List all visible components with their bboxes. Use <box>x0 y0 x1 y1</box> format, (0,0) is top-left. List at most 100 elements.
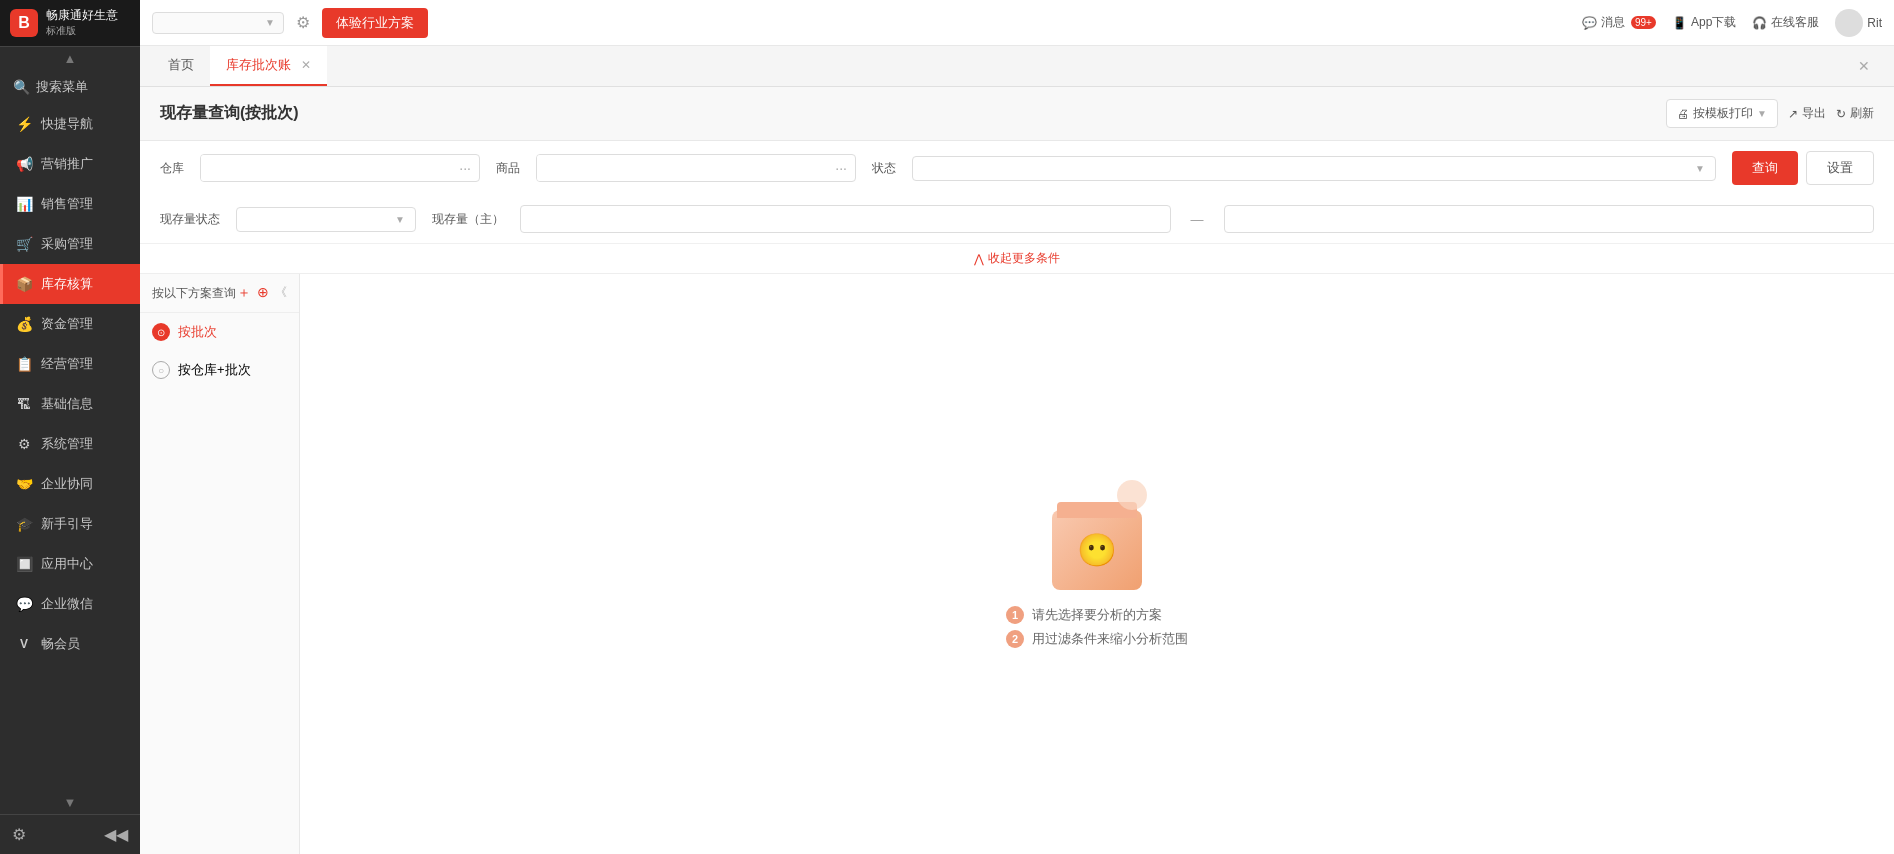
filter-collapse-btn[interactable]: ⋀ 收起更多条件 <box>140 243 1894 273</box>
sidebar-item-label: 快捷导航 <box>41 115 93 133</box>
status-select[interactable]: ▼ <box>912 156 1716 181</box>
app-name: 畅康通好生意 <box>46 8 118 24</box>
business-icon: 📋 <box>15 355 33 373</box>
warehouse-more-icon[interactable]: ··· <box>451 160 479 176</box>
experience-btn[interactable]: 体验行业方案 <box>322 8 428 38</box>
empty-state: 😶 1 请先选择要分析的方案 2 用过滤条件来缩小分析范围 <box>300 274 1894 854</box>
settings-scheme-icon[interactable]: ⊕ <box>257 284 269 302</box>
sidebar-scroll-down[interactable]: ▼ <box>0 791 140 814</box>
sidebar-item-label: 系统管理 <box>41 435 93 453</box>
sidebar-item-wechat[interactable]: 💬 企业微信 <box>0 584 140 624</box>
apps-icon: 🔲 <box>15 555 33 573</box>
app-download-label: App下载 <box>1691 14 1736 31</box>
warehouse-label: 仓库 <box>160 160 184 177</box>
empty-box: 😶 <box>1052 510 1142 590</box>
warehouse-input[interactable] <box>201 155 451 181</box>
content-area: 现存量查询(按批次) 🖨 按模板打印 ▼ ↗ 导出 ↻ 刷新 <box>140 87 1894 854</box>
product-more-icon[interactable]: ··· <box>827 160 855 176</box>
sidebar-footer: ⚙ ◀◀ <box>0 814 140 854</box>
inventory-status-label: 现存量状态 <box>160 211 220 228</box>
collapse-panel-icon[interactable]: 《 <box>275 284 287 302</box>
topbar-right: 💬 消息 99+ 📱 App下载 🎧 在线客服 Rit <box>1582 9 1882 37</box>
sidebar-item-sales[interactable]: 📊 销售管理 <box>0 184 140 224</box>
query-btn[interactable]: 查询 <box>1732 151 1798 185</box>
user-group[interactable]: Rit <box>1835 9 1882 37</box>
export-btn[interactable]: ↗ 导出 <box>1788 105 1826 122</box>
sidebar-item-finance[interactable]: 💰 资金管理 <box>0 304 140 344</box>
sidebar-header: B 畅康通好生意 标准版 <box>0 0 140 47</box>
scheme-label: 按仓库+批次 <box>178 361 251 379</box>
status-select-arrow-icon: ▼ <box>1695 163 1705 174</box>
scheme-item-batch[interactable]: ⊙ 按批次 <box>140 313 299 351</box>
topbar-search-input[interactable] <box>161 16 261 30</box>
tab-close-icon[interactable]: ✕ <box>301 58 311 72</box>
messages-group[interactable]: 💬 消息 99+ <box>1582 14 1656 31</box>
finance-icon: 💰 <box>15 315 33 333</box>
tab-home[interactable]: 首页 <box>152 46 210 86</box>
sidebar-item-label: 资金管理 <box>41 315 93 333</box>
app-download-group[interactable]: 📱 App下载 <box>1672 14 1736 31</box>
print-btn[interactable]: 🖨 按模板打印 ▼ <box>1666 99 1778 128</box>
export-icon: ↗ <box>1788 107 1798 121</box>
sidebar-item-member[interactable]: V 畅会员 <box>0 624 140 664</box>
sidebar-item-label: 畅会员 <box>41 635 80 653</box>
purchase-icon: 🛒 <box>15 235 33 253</box>
left-panel: 按以下方案查询 ＋ ⊕ 《 ⊙ 按批次 ○ 按仓库+批次 <box>140 274 300 854</box>
sidebar-item-label: 企业协同 <box>41 475 93 493</box>
export-btn-label: 导出 <box>1802 105 1826 122</box>
main-area: ▼ ⚙ 体验行业方案 💬 消息 99+ 📱 App下载 🎧 在线客服 Rit <box>140 0 1894 854</box>
left-panel-icons: ＋ ⊕ 《 <box>237 284 287 302</box>
refresh-icon: ↻ <box>1836 107 1846 121</box>
collapse-sidebar-icon[interactable]: ◀◀ <box>104 825 128 844</box>
product-input[interactable] <box>537 155 827 181</box>
inventory-qty-from-input[interactable] <box>520 205 1171 233</box>
sidebar-item-quick[interactable]: ⚡ 快捷导航 <box>0 104 140 144</box>
sidebar-item-label: 采购管理 <box>41 235 93 253</box>
scheme-item-warehouse-batch[interactable]: ○ 按仓库+批次 <box>140 351 299 389</box>
topbar: ▼ ⚙ 体验行业方案 💬 消息 99+ 📱 App下载 🎧 在线客服 Rit <box>140 0 1894 46</box>
sidebar-item-business[interactable]: 📋 经营管理 <box>0 344 140 384</box>
avatar <box>1835 9 1863 37</box>
product-input-wrapper: ··· <box>536 154 856 182</box>
filter-row-1: 仓库 ··· 商品 ··· 状态 ▼ 查询 设置 <box>140 141 1894 195</box>
sidebar-item-guide[interactable]: 🎓 新手引导 <box>0 504 140 544</box>
refresh-btn[interactable]: ↻ 刷新 <box>1836 105 1874 122</box>
inventory-qty-to-input[interactable] <box>1224 205 1875 233</box>
scheme-active-icon: ⊙ <box>152 323 170 341</box>
scheme-label: 按批次 <box>178 323 217 341</box>
sidebar-item-search[interactable]: 🔍 搜索菜单 <box>0 70 140 104</box>
print-icon: 🖨 <box>1677 107 1689 121</box>
print-chevron-icon: ▼ <box>1757 108 1767 119</box>
sidebar-scroll-up[interactable]: ▲ <box>0 47 140 70</box>
member-icon: V <box>15 635 33 653</box>
add-scheme-icon[interactable]: ＋ <box>237 284 251 302</box>
settings-btn[interactable]: 设置 <box>1806 151 1874 185</box>
inventory-status-select[interactable]: ▼ <box>236 207 416 232</box>
dropdown-arrow-icon[interactable]: ▼ <box>265 17 275 28</box>
guide-icon: 🎓 <box>15 515 33 533</box>
body-area: 按以下方案查询 ＋ ⊕ 《 ⊙ 按批次 ○ 按仓库+批次 <box>140 274 1894 854</box>
empty-box-face-icon: 😶 <box>1077 531 1117 569</box>
sidebar-item-coop[interactable]: 🤝 企业协同 <box>0 464 140 504</box>
system-icon: ⚙ <box>15 435 33 453</box>
collapse-arrow-icon: ⋀ <box>974 252 984 266</box>
tab-close-main-icon[interactable]: ✕ <box>1846 48 1882 84</box>
hint-num-1: 1 <box>1006 606 1024 624</box>
sidebar-item-inventory[interactable]: 📦 库存核算 <box>0 264 140 304</box>
sidebar-item-base[interactable]: 🏗 基础信息 <box>0 384 140 424</box>
hint-num-2: 2 <box>1006 630 1024 648</box>
online-service-group[interactable]: 🎧 在线客服 <box>1752 14 1819 31</box>
page-header: 现存量查询(按批次) 🖨 按模板打印 ▼ ↗ 导出 ↻ 刷新 <box>140 87 1894 141</box>
sidebar-item-apps[interactable]: 🔲 应用中心 <box>0 544 140 584</box>
wechat-icon: 💬 <box>15 595 33 613</box>
topbar-gear-icon[interactable]: ⚙ <box>296 13 310 32</box>
scheme-inactive-icon: ○ <box>152 361 170 379</box>
sidebar-item-system[interactable]: ⚙ 系统管理 <box>0 424 140 464</box>
inv-status-arrow-icon: ▼ <box>395 214 405 225</box>
page-title: 现存量查询(按批次) <box>160 103 299 124</box>
sidebar-item-purchase[interactable]: 🛒 采购管理 <box>0 224 140 264</box>
tab-inventory-batch[interactable]: 库存批次账 ✕ <box>210 46 327 86</box>
sidebar-item-marketing[interactable]: 📢 营销推广 <box>0 144 140 184</box>
headset-icon: 🎧 <box>1752 16 1767 30</box>
settings-icon[interactable]: ⚙ <box>12 825 26 844</box>
